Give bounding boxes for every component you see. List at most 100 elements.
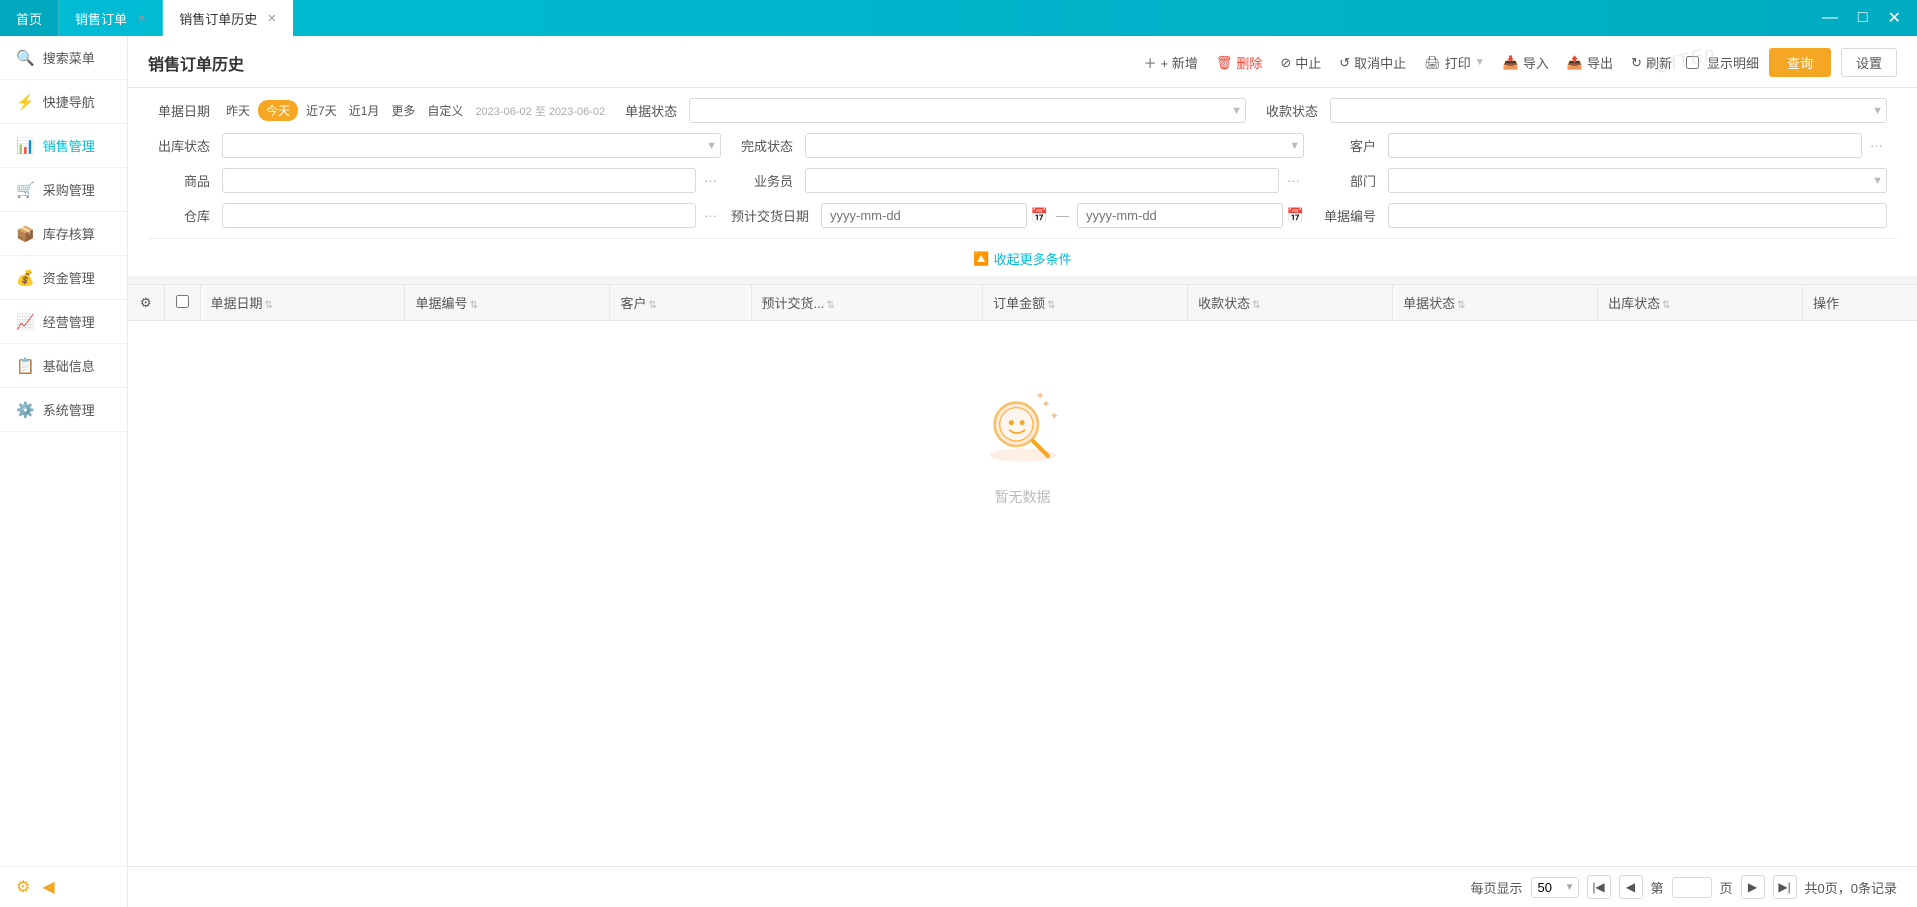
query-btn[interactable]: 查询 bbox=[1769, 48, 1831, 77]
data-table: ⚙ 单据日期⇅ 单据编号⇅ 客户⇅ 预计交货...⇅ 订单金额⇅ 收款状态⇅ 单… bbox=[128, 285, 1917, 547]
collapse-row[interactable]: 🔼 收起更多条件 bbox=[148, 245, 1897, 276]
display-detail-label: 显示明细 bbox=[1707, 53, 1759, 72]
sidebar-item-capital-mgmt[interactable]: 💰 资金管理 bbox=[0, 256, 127, 300]
filter-complete-status-select[interactable] bbox=[805, 133, 1304, 158]
tab-sales-order-close[interactable]: ✕ bbox=[137, 12, 146, 25]
col-order-no-sort[interactable]: ⇅ bbox=[470, 300, 478, 311]
filter-payment-status-select[interactable] bbox=[1330, 98, 1887, 123]
filter-goods-label: 商品 bbox=[148, 171, 218, 190]
page-first-btn[interactable]: |◀ bbox=[1587, 875, 1611, 899]
filter-order-no-input[interactable] bbox=[1388, 203, 1887, 228]
col-warehouse-sort[interactable]: ⇅ bbox=[1662, 300, 1670, 311]
tab-sales-order-history-close[interactable]: ✕ bbox=[267, 12, 276, 25]
top-bar-close-btn[interactable]: ✕ bbox=[1880, 8, 1909, 28]
display-detail-toggle[interactable]: 显示明细 bbox=[1686, 53, 1759, 72]
col-amount-sort[interactable]: ⇅ bbox=[1047, 300, 1055, 311]
import-btn[interactable]: 📥 导入 bbox=[1499, 51, 1553, 74]
filter-date-range: 2023-06-02 至 2023-06-02 bbox=[475, 103, 605, 119]
collapse-arrow-icon: 🔼 bbox=[973, 251, 989, 267]
col-delivery-sort[interactable]: ⇅ bbox=[826, 300, 834, 311]
new-btn[interactable]: ＋ + 新增 bbox=[1140, 51, 1202, 74]
col-order-status-sort[interactable]: ⇅ bbox=[1457, 300, 1465, 311]
salesperson-ellipsis-btn[interactable]: ··· bbox=[1283, 173, 1304, 188]
page-prev-btn[interactable]: ◀ bbox=[1619, 875, 1643, 899]
filter-department-select[interactable] bbox=[1388, 168, 1887, 193]
sidebar-item-search-menu[interactable]: 🔍 搜索菜单 bbox=[0, 36, 127, 80]
col-delivery-date: 预计交货...⇅ bbox=[751, 285, 983, 321]
sidebar-item-quick-nav-label: 快捷导航 bbox=[43, 92, 95, 111]
col-checkbox[interactable] bbox=[164, 285, 200, 321]
filter-warehouse-status-select[interactable] bbox=[222, 133, 721, 158]
calendar-to-icon[interactable]: 📅 bbox=[1287, 207, 1304, 224]
filter-order-status-select[interactable] bbox=[689, 98, 1246, 123]
date-option-7days[interactable]: 近7天 bbox=[302, 100, 341, 121]
quick-nav-icon: ⚡ bbox=[16, 93, 35, 111]
per-page-select[interactable]: 10 20 50 100 bbox=[1531, 877, 1579, 898]
page-number-input[interactable]: 1 bbox=[1672, 877, 1712, 898]
cancel-stop-btn[interactable]: ↺ 取消中止 bbox=[1335, 51, 1410, 74]
toolbar: ＋ + 新增 🗑 删除 ⊘ 中止 ↺ 取消中止 bbox=[1140, 48, 1897, 77]
purchase-mgmt-icon: 🛒 bbox=[16, 181, 35, 199]
table-header-row: ⚙ 单据日期⇅ 单据编号⇅ 客户⇅ 预计交货...⇅ 订单金额⇅ 收款状态⇅ 单… bbox=[128, 285, 1917, 321]
print-btn[interactable]: 🖨 打印 ▼ bbox=[1420, 51, 1488, 74]
col-delivery-date-label: 预计交货... bbox=[762, 296, 825, 311]
total-info: 共0页，0条记录 bbox=[1805, 878, 1897, 897]
sidebar-item-basic-info[interactable]: 📋 基础信息 bbox=[0, 344, 127, 388]
date-option-yesterday[interactable]: 昨天 bbox=[222, 100, 254, 121]
filter-delivery-date-from[interactable] bbox=[821, 203, 1027, 228]
settings-btn[interactable]: 设置 bbox=[1841, 48, 1897, 77]
stop-btn[interactable]: ⊘ 中止 bbox=[1276, 51, 1325, 74]
calendar-from-icon[interactable]: 📅 bbox=[1031, 207, 1048, 224]
sidebar-collapse-icon[interactable]: ◀ bbox=[42, 877, 54, 897]
display-detail-checkbox[interactable] bbox=[1686, 56, 1699, 69]
tab-sales-order-history[interactable]: 销售订单历史 ✕ bbox=[163, 0, 293, 36]
filter-salesperson-input[interactable] bbox=[805, 168, 1279, 193]
top-bar-minimize-btn[interactable]: — bbox=[1814, 9, 1846, 27]
page-next-btn[interactable]: ▶ bbox=[1741, 875, 1765, 899]
tab-home[interactable]: 首页 bbox=[0, 0, 59, 36]
filter-order-status-label: 单据状态 bbox=[615, 101, 685, 120]
date-option-more[interactable]: 更多 bbox=[387, 100, 419, 121]
filter-delivery-date-to[interactable] bbox=[1077, 203, 1283, 228]
refresh-btn[interactable]: ↻ 刷新 bbox=[1627, 51, 1676, 74]
sidebar-item-quick-nav[interactable]: ⚡ 快捷导航 bbox=[0, 80, 127, 124]
date-option-today[interactable]: 今天 bbox=[258, 100, 298, 121]
sidebar-item-inventory[interactable]: 📦 库存核算 bbox=[0, 212, 127, 256]
filter-customer-input[interactable] bbox=[1388, 133, 1862, 158]
date-option-1month[interactable]: 近1月 bbox=[345, 100, 384, 121]
sidebar-item-system-mgmt[interactable]: ⚙️ 系统管理 bbox=[0, 388, 127, 432]
filter-row-2: 出库状态 ▼ 完成状态 ▼ 客户 bbox=[148, 133, 1897, 158]
top-bar-maximize-btn[interactable]: □ bbox=[1850, 9, 1876, 27]
date-option-custom[interactable]: 自定义 bbox=[423, 100, 467, 121]
sidebar-item-capital-mgmt-label: 资金管理 bbox=[43, 268, 95, 287]
sidebar-item-sales-mgmt[interactable]: 📊 销售管理 bbox=[0, 124, 127, 168]
col-payment-sort[interactable]: ⇅ bbox=[1252, 300, 1260, 311]
col-settings[interactable]: ⚙ bbox=[128, 285, 164, 321]
delete-btn[interactable]: 🗑 删除 bbox=[1212, 51, 1267, 74]
sidebar-item-purchase-mgmt[interactable]: 🛒 采购管理 bbox=[0, 168, 127, 212]
print-icon: 🖨 bbox=[1424, 55, 1441, 71]
filter-warehouse-input[interactable] bbox=[222, 203, 696, 228]
empty-state-illustration: ✦ ✦ ✦ bbox=[973, 381, 1073, 471]
filter-department-label: 部门 bbox=[1314, 171, 1384, 190]
tab-sales-order[interactable]: 销售订单 ✕ bbox=[59, 0, 163, 36]
col-customer-sort[interactable]: ⇅ bbox=[648, 300, 656, 311]
select-all-checkbox[interactable] bbox=[176, 295, 189, 308]
sidebar-settings-icon[interactable]: ⚙ bbox=[16, 877, 30, 897]
filter-warehouse-label: 仓库 bbox=[148, 206, 218, 225]
col-date-sort[interactable]: ⇅ bbox=[265, 300, 273, 311]
customer-ellipsis-btn[interactable]: ··· bbox=[1866, 138, 1887, 153]
sidebar-item-operation-mgmt[interactable]: 📈 经营管理 bbox=[0, 300, 127, 344]
col-order-no: 单据编号⇅ bbox=[405, 285, 610, 321]
filter-row-1: 单据日期 昨天 今天 近7天 近1月 更多 自定义 2023-06-02 至 2… bbox=[148, 98, 1897, 123]
per-page-select-wrapper: 10 20 50 100 ▼ bbox=[1531, 877, 1579, 898]
print-dropdown-icon: ▼ bbox=[1475, 57, 1485, 68]
warehouse-ellipsis-btn[interactable]: ··· bbox=[700, 208, 721, 223]
svg-text:✦: ✦ bbox=[1049, 410, 1058, 422]
page-last-btn[interactable]: ▶| bbox=[1773, 875, 1797, 899]
export-btn[interactable]: 📤 导出 bbox=[1563, 51, 1617, 74]
filter-goods-input[interactable] bbox=[222, 168, 696, 193]
per-page-label: 每页显示 bbox=[1470, 878, 1522, 897]
col-customer-label: 客户 bbox=[620, 296, 646, 311]
goods-ellipsis-btn[interactable]: ··· bbox=[700, 173, 721, 188]
